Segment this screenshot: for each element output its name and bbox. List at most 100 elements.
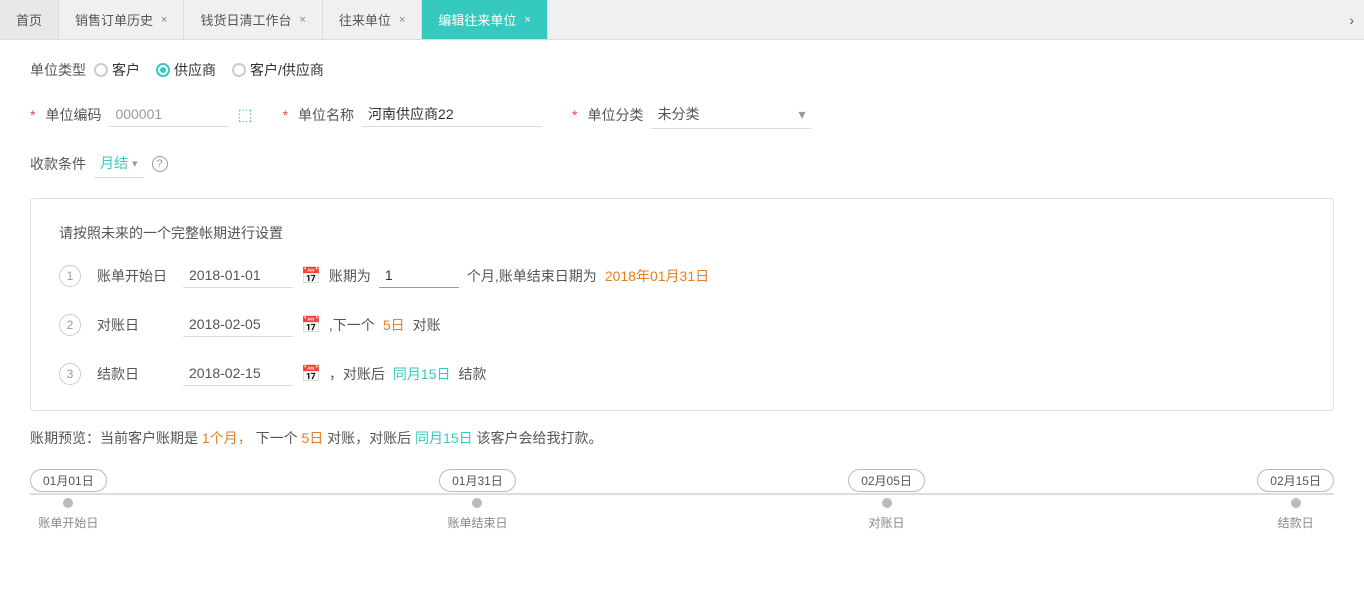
payment-select[interactable]: 月结 ▾ — [94, 149, 144, 178]
preview-period: 1个月， — [202, 430, 252, 446]
step-2-content: 📅 ,下一个 5日 对账 — [183, 312, 441, 337]
tab-edit-contact[interactable]: 编辑往来单位 × — [422, 0, 547, 39]
category-dropdown-icon: ▾ — [798, 106, 805, 123]
tab-edit-contact-label: 编辑往来单位 — [438, 10, 516, 29]
step-1-content: 📅 账期为 个月,账单结束日期为 2018年01月31日 — [183, 263, 709, 288]
timeline-pill-2: 01月31日 — [439, 469, 516, 492]
preview-label: 账期预览：当前客户账期是 — [30, 430, 198, 446]
preview-end: 该客户会给我打款。 — [477, 430, 603, 446]
step-1-num: 1 — [59, 265, 81, 287]
timeline-desc-4: 结款日 — [1278, 514, 1314, 531]
preview-text: 账期预览：当前客户账期是 1个月， 下一个 5日 对账，对账后 同月15日 该客… — [30, 427, 1334, 449]
payment-row: 收款条件 月结 ▾ ? — [30, 149, 1334, 178]
timeline-dot-3 — [882, 498, 892, 508]
tab-more-button[interactable]: › — [1339, 0, 1364, 39]
step-2-suffix-pre: ,下一个 — [329, 315, 375, 335]
tab-contacts-close[interactable]: × — [399, 14, 405, 26]
tab-cash-work-label: 钱货日清工作台 — [200, 10, 291, 29]
payment-help-icon[interactable]: ? — [152, 156, 168, 172]
category-select[interactable]: 未分类 ▾ — [651, 100, 811, 129]
payment-label: 收款条件 — [30, 154, 86, 174]
chevron-right-icon: › — [1349, 12, 1354, 28]
timeline-desc-2: 账单结束日 — [447, 514, 507, 531]
timeline-points: 01月01日 账单开始日 01月31日 账单结束日 02月05日 对账日 02月… — [30, 469, 1334, 531]
step-1-period-pre: 账期为 — [329, 266, 371, 286]
timeline-point-1: 01月01日 账单开始日 — [30, 469, 107, 531]
preview-reconcile: 5日 — [301, 430, 323, 446]
preview-mid: 下一个 — [256, 430, 298, 446]
category-group: * 单位分类 未分类 ▾ — [572, 100, 811, 129]
name-input[interactable] — [362, 102, 542, 127]
step-2-label: 对账日 — [97, 315, 167, 335]
radio-both[interactable]: 客户/供应商 — [232, 60, 324, 80]
category-value: 未分类 — [657, 104, 794, 124]
radio-customer[interactable]: 客户 — [94, 60, 140, 80]
step-3-content: 📅 ，对账后 同月15日 结款 — [183, 361, 487, 386]
tab-edit-contact-close[interactable]: × — [524, 14, 530, 26]
step-2-calendar-icon[interactable]: 📅 — [301, 315, 321, 335]
timeline-pill-3: 02月05日 — [848, 469, 925, 492]
step-3-calendar-icon[interactable]: 📅 — [301, 364, 321, 384]
payment-dropdown-icon: ▾ — [132, 157, 138, 170]
timeline-dot-1 — [63, 498, 73, 508]
radio-both-label: 客户/供应商 — [250, 60, 324, 80]
code-input[interactable] — [109, 102, 229, 127]
name-required-star: * — [283, 107, 288, 123]
tab-home[interactable]: 首页 — [0, 0, 59, 39]
code-label: 单位编码 — [45, 105, 101, 125]
step-3-highlight: 同月15日 — [393, 364, 451, 384]
tab-contacts[interactable]: 往来单位 × — [323, 0, 422, 39]
unit-type-label: 单位类型 — [30, 60, 86, 80]
radio-customer-label: 客户 — [112, 60, 140, 80]
tab-home-label: 首页 — [16, 10, 42, 29]
unit-type-radio-group: 客户 供应商 客户/供应商 — [94, 60, 324, 80]
timeline-desc-1: 账单开始日 — [38, 514, 98, 531]
radio-supplier[interactable]: 供应商 — [156, 60, 216, 80]
radio-supplier-label: 供应商 — [174, 60, 216, 80]
step-2-date-input[interactable] — [183, 312, 293, 337]
tab-sales-history[interactable]: 销售订单历史 × — [59, 0, 184, 39]
tab-cash-work[interactable]: 钱货日清工作台 × — [184, 0, 322, 39]
code-name-category-row: * 单位编码 ⬚ * 单位名称 * 单位分类 未分类 ▾ — [30, 100, 1334, 129]
tab-sales-history-label: 销售订单历史 — [75, 10, 153, 29]
main-content: 单位类型 客户 供应商 客户/供应商 * 单位编码 — [0, 40, 1364, 608]
code-required-star: * — [30, 107, 35, 123]
radio-both-circle — [232, 63, 246, 77]
step-1-date-input[interactable] — [183, 263, 293, 288]
step-1-label: 账单开始日 — [97, 266, 167, 286]
step-1-row: 1 账单开始日 📅 账期为 个月,账单结束日期为 2018年01月31日 — [59, 263, 1305, 288]
preview-pay: 同月15日 — [415, 430, 473, 446]
step-3-date-input[interactable] — [183, 361, 293, 386]
tab-bar: 首页 销售订单历史 × 钱货日清工作台 × 往来单位 × 编辑往来单位 × › — [0, 0, 1364, 40]
name-label: 单位名称 — [298, 105, 354, 125]
step-1-end-date: 2018年01月31日 — [605, 266, 709, 286]
tab-sales-history-close[interactable]: × — [161, 14, 167, 26]
step-3-row: 3 结款日 📅 ，对账后 同月15日 结款 — [59, 361, 1305, 386]
step-3-num: 3 — [59, 363, 81, 385]
timeline-dot-2 — [472, 498, 482, 508]
payment-group: 收款条件 月结 ▾ ? — [30, 149, 168, 178]
tab-contacts-label: 往来单位 — [339, 10, 391, 29]
step-2-highlight: 5日 — [383, 315, 405, 335]
preview-mid2: 对账，对账后 — [327, 430, 411, 446]
step-2-suffix-post: 对账 — [413, 315, 441, 335]
code-copy-icon[interactable]: ⬚ — [237, 105, 252, 125]
timeline-pill-4: 02月15日 — [1257, 469, 1334, 492]
step-3-suffix-pre: ，对账后 — [329, 364, 385, 384]
step-3-suffix-post: 结款 — [459, 364, 487, 384]
code-group: * 单位编码 ⬚ — [30, 102, 253, 127]
category-label: 单位分类 — [587, 105, 643, 125]
category-required-star: * — [572, 107, 577, 123]
timeline-pill-1: 01月01日 — [30, 469, 107, 492]
radio-customer-circle — [94, 63, 108, 77]
radio-supplier-circle — [156, 63, 170, 77]
unit-type-group: 单位类型 客户 供应商 客户/供应商 — [30, 60, 324, 80]
step-1-period-input[interactable] — [379, 263, 459, 288]
step-1-period-mid: 个月,账单结束日期为 — [467, 266, 597, 286]
timeline: 01月01日 账单开始日 01月31日 账单结束日 02月05日 对账日 02月… — [30, 469, 1334, 531]
timeline-dot-4 — [1291, 498, 1301, 508]
payment-value: 月结 — [100, 153, 128, 173]
tab-cash-work-close[interactable]: × — [299, 14, 305, 26]
timeline-point-2: 01月31日 账单结束日 — [439, 469, 516, 531]
step-1-calendar-icon[interactable]: 📅 — [301, 266, 321, 286]
